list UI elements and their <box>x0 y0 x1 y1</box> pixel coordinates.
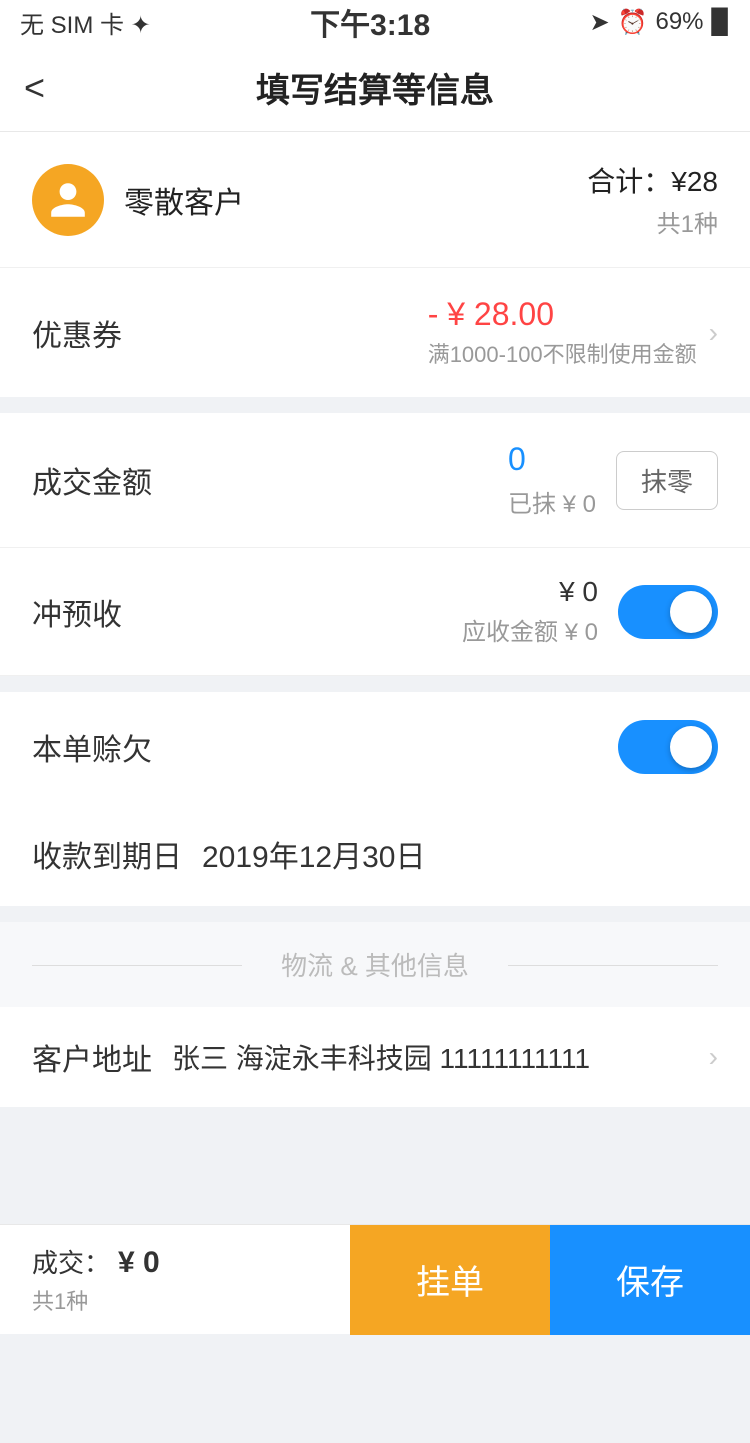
transaction-amount-right: 0 已抹 ¥ 0 抹零 <box>508 441 718 519</box>
logistics-title: 物流 & 其他信息 <box>281 946 469 983</box>
person-icon <box>47 179 89 221</box>
nav-bar: < 填写结算等信息 <box>0 44 750 132</box>
bottom-summary-count: 共1种 <box>32 1284 318 1316</box>
prepayment-toggle[interactable] <box>618 585 718 639</box>
prepayment-right: ¥ 0 应收金额 ¥ 0 <box>462 576 718 647</box>
prepayment-main-value: ¥ 0 <box>462 576 598 608</box>
alarm-icon: ⏰ <box>618 8 648 37</box>
debt-row: 本单赊欠 <box>0 692 750 802</box>
prepayment-sub-value: 应收金额 ¥ 0 <box>462 612 598 647</box>
customer-total-area: 合计：¥28 共1种 <box>587 160 718 239</box>
logistics-section: 物流 & 其他信息 客户地址 张三 海淀永丰科技园 11111111111 › <box>0 922 750 1107</box>
debt-right <box>618 720 718 774</box>
coupon-discount: - ¥ 28.00 <box>428 296 697 333</box>
save-button[interactable]: 保存 <box>550 1225 750 1335</box>
round-zero-button[interactable]: 抹零 <box>616 451 718 510</box>
coupon-right: - ¥ 28.00 满1000-100不限制使用金额 › <box>428 296 718 369</box>
logistics-header: 物流 & 其他信息 <box>0 922 750 1007</box>
transaction-amount-sub: 已抹 ¥ 0 <box>508 484 596 519</box>
due-date-label: 收款到期日 <box>32 832 182 876</box>
customer-section: 零散客户 合计：¥28 共1种 优惠券 - ¥ 28.00 满1000-100不… <box>0 132 750 397</box>
battery-level: 69% <box>655 8 703 36</box>
customer-row[interactable]: 零散客户 合计：¥28 共1种 <box>0 132 750 267</box>
battery-icon: ▉ <box>712 8 730 37</box>
prepayment-values: ¥ 0 应收金额 ¥ 0 <box>462 576 598 647</box>
back-button[interactable]: < <box>24 67 45 109</box>
total-amount: ¥28 <box>671 166 718 197</box>
coupon-description: 满1000-100不限制使用金额 <box>428 337 697 369</box>
status-right: ➤ ⏰ 69% ▉ <box>589 8 730 37</box>
transaction-amount-row: 成交金额 0 已抹 ¥ 0 抹零 <box>0 413 750 548</box>
due-date-row: 收款到期日 2019年12月30日 <box>0 802 750 906</box>
total-label: 合计： <box>587 166 671 197</box>
customer-info-left: 零散客户 <box>32 164 244 236</box>
status-left: 无 SIM 卡 ✦ <box>20 5 151 40</box>
address-chevron-icon: › <box>709 1041 718 1073</box>
debt-label: 本单赊欠 <box>32 725 152 769</box>
bottom-bar: 成交： ¥ 0 共1种 挂单 保存 <box>0 1224 750 1334</box>
bottom-summary-amount: ¥ 0 <box>118 1246 160 1280</box>
prepayment-label: 冲预收 <box>32 590 122 634</box>
coupon-row[interactable]: 优惠券 - ¥ 28.00 满1000-100不限制使用金额 › <box>0 267 750 397</box>
customer-count: 共1种 <box>587 204 718 239</box>
transaction-amount-value[interactable]: 0 <box>508 441 596 478</box>
status-bar: 无 SIM 卡 ✦ 下午3:18 ➤ ⏰ 69% ▉ <box>0 0 750 44</box>
customer-avatar <box>32 164 104 236</box>
bottom-summary: 成交： ¥ 0 共1种 <box>0 1243 350 1316</box>
address-value: 张三 海淀永丰科技园 11111111111 <box>172 1037 697 1077</box>
due-date-value: 2019年12月30日 <box>202 832 425 876</box>
location-icon: ➤ <box>589 8 609 37</box>
debt-section: 本单赊欠 收款到期日 2019年12月30日 <box>0 692 750 906</box>
sim-status: 无 SIM 卡 ✦ <box>20 5 151 40</box>
customer-name: 零散客户 <box>124 178 244 222</box>
address-label: 客户地址 <box>32 1035 152 1079</box>
coupon-chevron-icon: › <box>709 317 718 349</box>
page-title: 填写结算等信息 <box>256 63 494 112</box>
transaction-amount-label: 成交金额 <box>32 458 152 502</box>
address-row[interactable]: 客户地址 张三 海淀永丰科技园 11111111111 › <box>0 1007 750 1107</box>
coupon-label: 优惠券 <box>32 311 122 355</box>
debt-toggle[interactable] <box>618 720 718 774</box>
prepayment-row: 冲预收 ¥ 0 应收金额 ¥ 0 <box>0 548 750 676</box>
customer-total: 合计：¥28 <box>587 160 718 200</box>
status-time: 下午3:18 <box>310 0 430 44</box>
hang-order-button[interactable]: 挂单 <box>350 1225 550 1335</box>
transaction-section: 成交金额 0 已抹 ¥ 0 抹零 冲预收 ¥ 0 应收金额 ¥ 0 <box>0 413 750 676</box>
bottom-summary-label: 成交： <box>32 1243 110 1280</box>
